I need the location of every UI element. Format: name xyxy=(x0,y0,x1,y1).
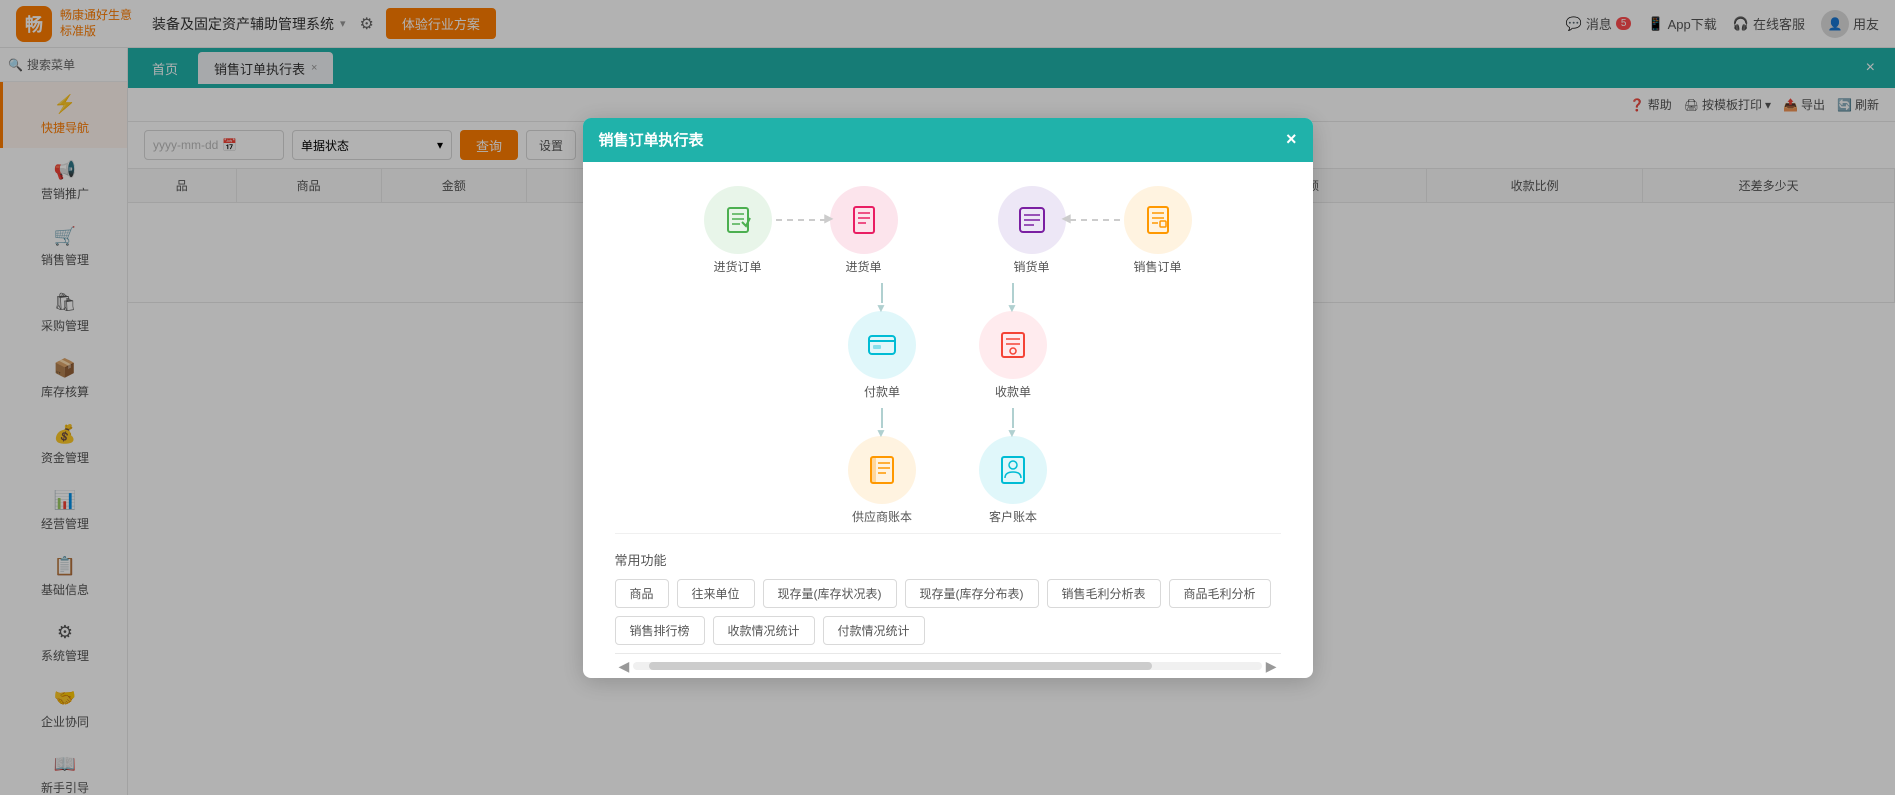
flow-row-2: 付款单 收款单 xyxy=(615,311,1281,400)
customer-book-icon xyxy=(979,436,1047,504)
purchase-order-icon xyxy=(704,186,772,254)
supplier-book-label: 供应商账本 xyxy=(852,508,912,525)
modal-scrollbar[interactable]: ◀ ▶ xyxy=(615,653,1281,678)
common-func-btn[interactable]: 现存量(库存状况表) xyxy=(763,579,897,608)
flow-row-3: 供应商账本 客户账本 xyxy=(615,436,1281,525)
customer-book-label: 客户账本 xyxy=(989,508,1037,525)
common-func-btn[interactable]: 往来单位 xyxy=(677,579,755,608)
flow-node-customer-book[interactable]: 客户账本 xyxy=(979,436,1047,525)
modal: 销售订单执行表 × 进货订单 ▶ xyxy=(583,118,1313,678)
common-btns-container: 商品往来单位现存量(库存状况表) 现存量(库存分布表) 销售毛利分析表商品毛利分析销… xyxy=(615,579,1281,645)
supplier-book-icon xyxy=(848,436,916,504)
flow-node-receipt[interactable]: 收款单 xyxy=(979,311,1047,400)
modal-body: 进货订单 ▶ 进货单 xyxy=(583,162,1313,678)
flow-node-payment[interactable]: 付款单 xyxy=(848,311,916,400)
scroll-left-btn[interactable]: ◀ xyxy=(615,658,634,675)
flow-row-1: 进货订单 ▶ 进货单 xyxy=(615,186,1281,275)
sales-order-icon xyxy=(1124,186,1192,254)
payment-icon xyxy=(848,311,916,379)
flow-node-sales-bill[interactable]: 销货单 xyxy=(998,186,1066,275)
sales-order-label: 销售订单 xyxy=(1133,258,1181,275)
modal-header: 销售订单执行表 × xyxy=(583,118,1313,162)
sales-bill-label: 销货单 xyxy=(1013,258,1049,275)
common-func-btn[interactable]: 销售毛利分析表 xyxy=(1047,579,1161,608)
common-functions: 常用功能 商品往来单位现存量(库存状况表) 现存量(库存分布表) 销售毛利分析表商品… xyxy=(615,533,1281,645)
common-func-btn[interactable]: 商品毛利分析 xyxy=(1169,579,1271,608)
modal-close-btn[interactable]: × xyxy=(1286,129,1297,150)
sales-bill-icon xyxy=(998,186,1066,254)
scroll-thumb[interactable] xyxy=(649,662,1152,670)
flow-node-purchase-order[interactable]: 进货订单 xyxy=(704,186,772,275)
purchase-bill-icon xyxy=(830,186,898,254)
flow-row-arrows2: ▼ ▼ xyxy=(615,408,1281,428)
payment-label: 付款单 xyxy=(864,383,900,400)
receipt-icon xyxy=(979,311,1047,379)
scroll-track[interactable] xyxy=(633,662,1261,670)
common-title: 常用功能 xyxy=(615,550,1281,569)
common-func-btn[interactable]: 现存量(库存分布表) xyxy=(905,579,1039,608)
flow-node-purchase-bill[interactable]: 进货单 xyxy=(830,186,898,275)
flow-node-supplier-book[interactable]: 供应商账本 xyxy=(848,436,916,525)
common-func-btn[interactable]: 付款情况统计 xyxy=(823,616,925,645)
receipt-label: 收款单 xyxy=(995,383,1031,400)
purchase-order-label: 进货订单 xyxy=(713,258,761,275)
scroll-right-btn[interactable]: ▶ xyxy=(1262,658,1281,675)
common-func-btn[interactable]: 商品 xyxy=(615,579,669,608)
purchase-bill-label: 进货单 xyxy=(845,258,881,275)
modal-overlay[interactable]: 销售订单执行表 × 进货订单 ▶ xyxy=(0,0,1895,795)
modal-title: 销售订单执行表 xyxy=(599,129,704,150)
flow-node-sales-order[interactable]: 销售订单 xyxy=(1124,186,1192,275)
common-func-btn[interactable]: 收款情况统计 xyxy=(713,616,815,645)
common-func-btn[interactable]: 销售排行榜 xyxy=(615,616,705,645)
flow-row-arrows: ▼ ▼ xyxy=(615,283,1281,303)
